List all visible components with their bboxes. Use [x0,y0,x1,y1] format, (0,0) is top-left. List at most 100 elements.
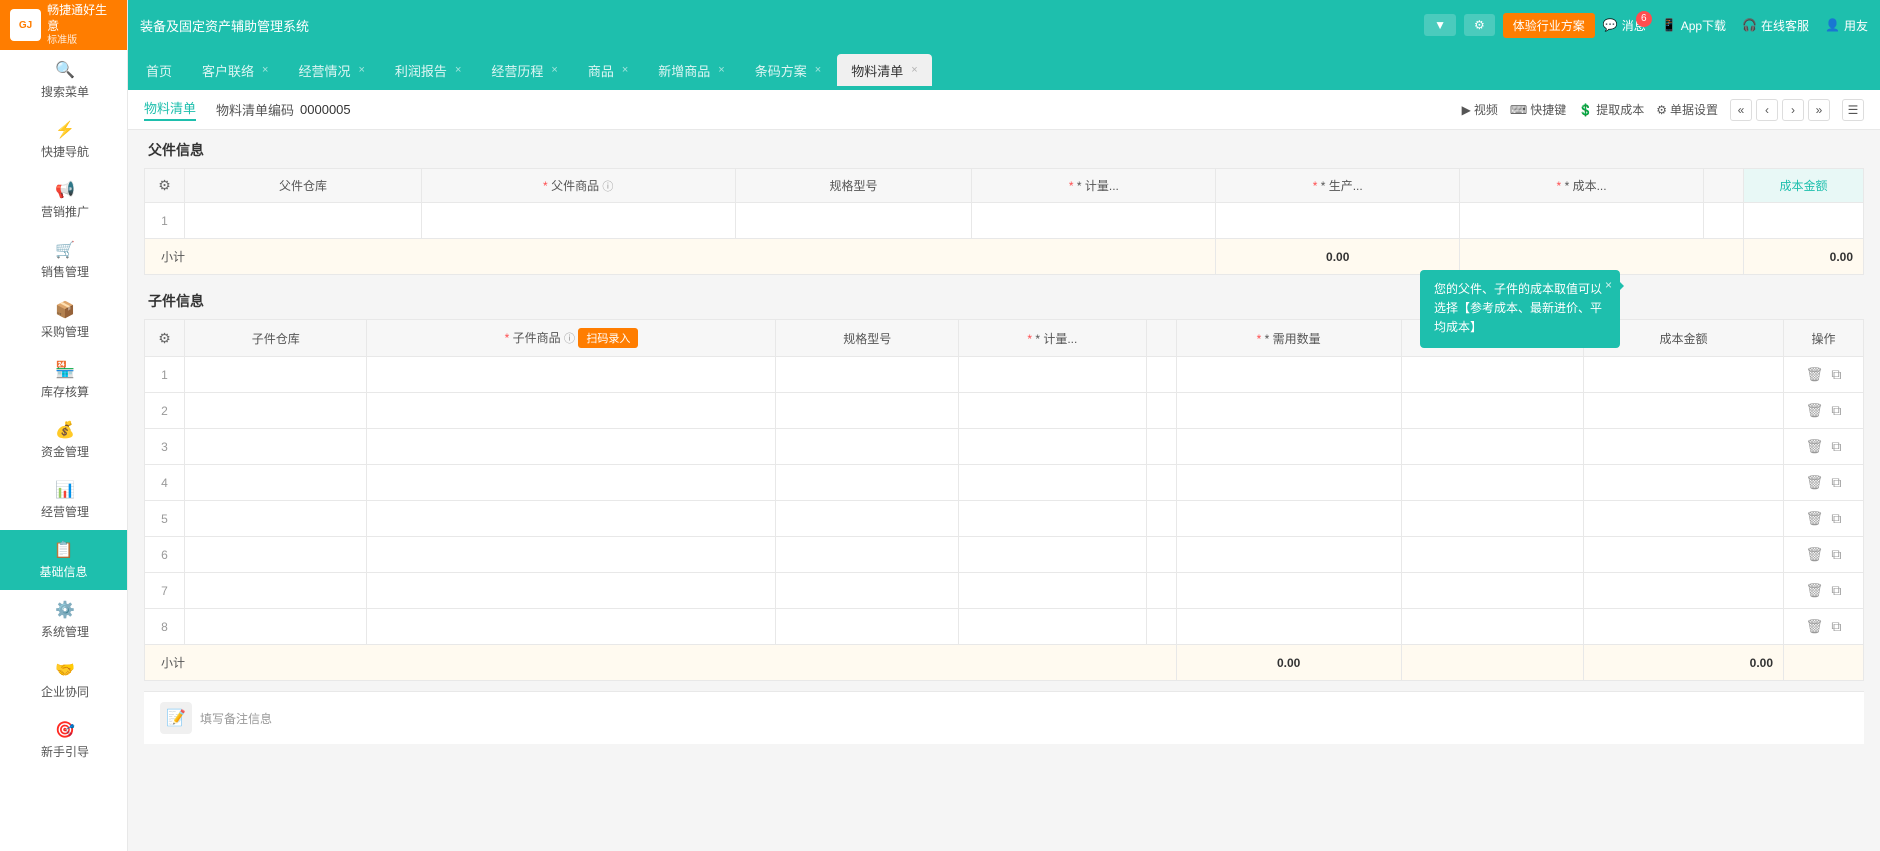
child-row-6-warehouse[interactable] [185,537,367,573]
child-row-1-warehouse[interactable] [185,357,367,393]
child-row-7-warehouse[interactable] [185,573,367,609]
tab-operation-history[interactable]: 经营历程 × [477,54,571,86]
delete-row-btn[interactable]: 🗑 [1806,546,1824,563]
child-row-3-warehouse[interactable] [185,429,367,465]
copy-row-btn[interactable]: ⧉ [1831,510,1841,527]
sidebar-item-inventory[interactable]: 🏪 库存核算 [0,350,127,410]
copy-row-btn[interactable]: ⧉ [1831,366,1841,383]
parent-row-1-unit[interactable] [972,203,1216,239]
message-action[interactable]: 💬 消息 6 [1603,17,1646,34]
close-new-product-tab[interactable]: × [718,64,724,76]
copy-row-btn[interactable]: ⧉ [1831,438,1841,455]
child-row-4-product[interactable] [367,465,776,501]
child-row-6-unit-cost[interactable] [1401,537,1583,573]
close-profit-tab[interactable]: × [455,64,461,76]
child-row-8-warehouse[interactable] [185,609,367,645]
child-row-4-unit[interactable] [958,465,1146,501]
app-download-action[interactable]: 📱 App下载 [1662,17,1726,34]
delete-row-btn[interactable]: 🗑 [1806,510,1824,527]
child-row-7-product[interactable] [367,573,776,609]
child-row-8-quantity[interactable] [1176,609,1401,645]
child-row-5-warehouse[interactable] [185,501,367,537]
tab-bom[interactable]: 物料清单 × [837,54,931,86]
shortcut-action[interactable]: ⌨ 快捷键 [1510,101,1566,118]
child-settings-icon[interactable]: ⚙ [158,330,171,347]
copy-row-btn[interactable]: ⧉ [1831,474,1841,491]
tab-operation-status[interactable]: 经营情况 × [284,54,378,86]
child-row-2-spec[interactable] [776,393,958,429]
parent-row-1-cost[interactable] [1460,203,1704,239]
sidebar-item-quicknav[interactable]: ⚡ 快捷导航 [0,110,127,170]
copy-row-btn[interactable]: ⧉ [1831,546,1841,563]
sidebar-item-search[interactable]: 🔍 搜索菜单 [0,50,127,110]
tab-profit[interactable]: 利润报告 × [381,54,475,86]
child-row-3-unit[interactable] [958,429,1146,465]
nav-next-btn[interactable]: › [1782,99,1804,121]
close-product-tab[interactable]: × [622,64,628,76]
child-row-2-warehouse[interactable] [185,393,367,429]
dropdown-btn[interactable]: ▼ [1424,14,1456,36]
child-row-2-quantity[interactable] [1176,393,1401,429]
child-row-1-quantity[interactable] [1176,357,1401,393]
child-row-5-spec[interactable] [776,501,958,537]
child-row-6-product[interactable] [367,537,776,573]
sidebar-item-finance[interactable]: 💰 资金管理 [0,410,127,470]
child-row-4-quantity[interactable] [1176,465,1401,501]
sidebar-item-basic[interactable]: 📋 基础信息 [0,530,127,590]
close-operation-history-tab[interactable]: × [551,64,557,76]
tab-customer[interactable]: 客户联络 × [188,54,282,86]
parent-row-1-product[interactable] [421,203,735,239]
child-row-7-unit[interactable] [958,573,1146,609]
child-row-3-unit-cost[interactable] [1401,429,1583,465]
child-row-7-spec[interactable] [776,573,958,609]
tab-new-product[interactable]: 新增商品 × [644,54,738,86]
child-row-4-warehouse[interactable] [185,465,367,501]
sidebar-item-guide[interactable]: 🎯 新手引导 [0,710,127,770]
nav-prev-btn[interactable]: ‹ [1756,99,1778,121]
delete-row-btn[interactable]: 🗑 [1806,366,1824,383]
child-row-1-unit[interactable] [958,357,1146,393]
sidebar-item-operation[interactable]: 📊 经营管理 [0,470,127,530]
parent-row-1-spec[interactable] [735,203,972,239]
child-row-3-spec[interactable] [776,429,958,465]
child-row-8-unit[interactable] [958,609,1146,645]
parent-row-1-production[interactable] [1216,203,1460,239]
child-row-2-product[interactable] [367,393,776,429]
service-action[interactable]: 🎧 在线客服 [1742,17,1809,34]
child-row-5-unit[interactable] [958,501,1146,537]
nav-last-btn[interactable]: » [1808,99,1830,121]
child-row-4-unit-cost[interactable] [1401,465,1583,501]
sidebar-item-purchase[interactable]: 📦 采购管理 [0,290,127,350]
view-toggle-btn[interactable]: ☰ [1842,99,1864,121]
scan-input-btn[interactable]: 扫码录入 [578,328,638,348]
child-row-1-spec[interactable] [776,357,958,393]
tab-home[interactable]: 首页 [132,54,186,86]
close-bom-tab[interactable]: × [911,64,917,76]
child-row-2-unit-cost[interactable] [1401,393,1583,429]
nav-first-btn[interactable]: « [1730,99,1752,121]
settings-btn[interactable]: ⚙ [1464,14,1495,36]
close-customer-tab[interactable]: × [262,64,268,76]
child-row-1-product[interactable] [367,357,776,393]
child-row-7-quantity[interactable] [1176,573,1401,609]
child-row-5-product[interactable] [367,501,776,537]
delete-row-btn[interactable]: 🗑 [1806,438,1824,455]
note-icon[interactable]: 📝 [160,702,192,734]
tab-product[interactable]: 商品 × [574,54,642,86]
user-action[interactable]: 👤 用友 [1825,17,1868,34]
sub-tab-bom-list[interactable]: 物料清单 [144,98,196,121]
sidebar-item-marketing[interactable]: 📢 营销推广 [0,170,127,230]
sidebar-item-collab[interactable]: 🤝 企业协同 [0,650,127,710]
extract-cost-action[interactable]: 💲 提取成本 [1578,101,1644,118]
child-row-6-quantity[interactable] [1176,537,1401,573]
child-row-8-unit-cost[interactable] [1401,609,1583,645]
child-row-3-product[interactable] [367,429,776,465]
child-row-8-spec[interactable] [776,609,958,645]
child-row-6-spec[interactable] [776,537,958,573]
copy-row-btn[interactable]: ⧉ [1831,402,1841,419]
tooltip-close-btn[interactable]: × [1605,276,1612,295]
child-row-5-quantity[interactable] [1176,501,1401,537]
delete-row-btn[interactable]: 🗑 [1806,582,1824,599]
parent-settings-icon[interactable]: ⚙ [158,177,171,194]
delete-row-btn[interactable]: 🗑 [1806,402,1824,419]
